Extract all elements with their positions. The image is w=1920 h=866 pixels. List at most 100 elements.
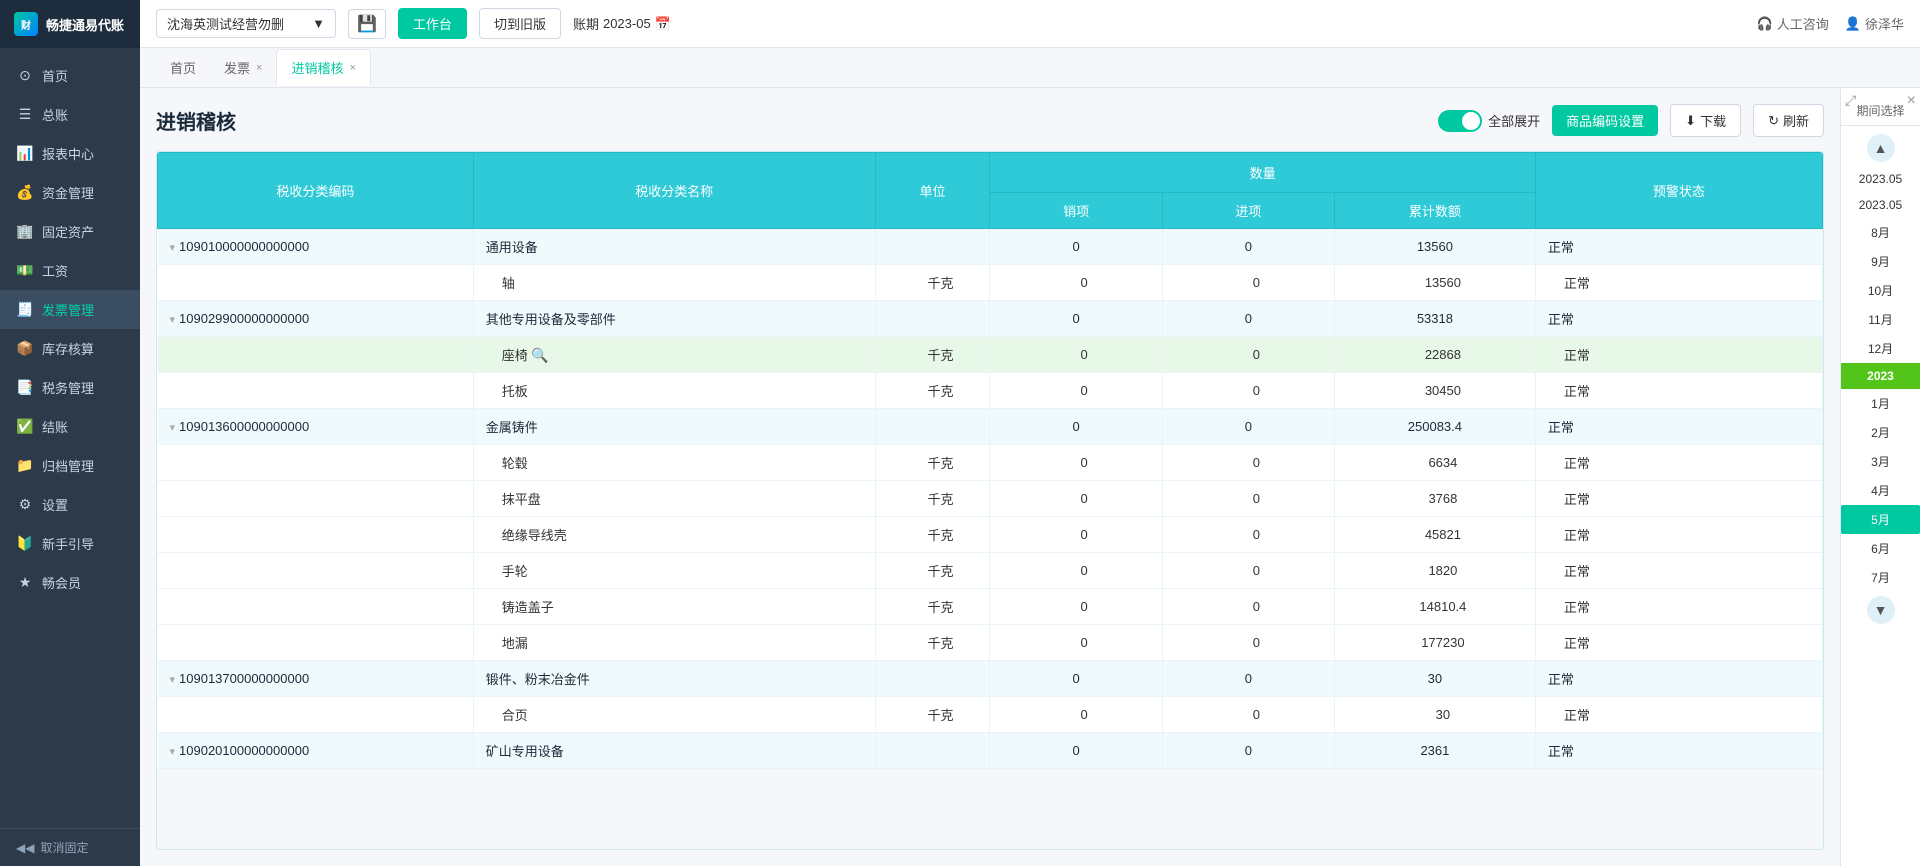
td-name: 通用设备 [473,229,875,265]
td-warning: 正常 [1535,625,1822,661]
td-code [158,337,474,373]
td-sales: 0 [990,697,1162,733]
period-up-button[interactable]: ▲ [1867,134,1895,162]
period-item[interactable]: 7月 [1841,563,1920,592]
td-name: 铸造盖子 [473,589,875,625]
td-purchase: 0 [1162,373,1334,409]
period-item[interactable]: 12月 [1841,334,1920,363]
td-code [158,517,474,553]
panel-close-button[interactable]: × [1907,92,1916,110]
member-icon: ★ [16,574,34,591]
sidebar-item-archive-label: 归档管理 [42,456,94,475]
td-warning: 正常 [1535,553,1822,589]
td-cumulative: 3768 [1334,481,1535,517]
td-purchase: 0 [1162,301,1334,337]
td-purchase: 0 [1162,265,1334,301]
calendar-icon[interactable]: 📅 [655,16,671,32]
th-tax-name: 税收分类名称 [473,153,875,229]
period-item[interactable]: 10月 [1841,276,1920,305]
period-item[interactable]: 4月 [1841,476,1920,505]
td-unit [875,229,990,265]
period-down-button[interactable]: ▼ [1867,596,1895,624]
company-selector[interactable]: 沈海英测试经营勿删 ▼ [156,9,336,38]
download-button[interactable]: ⬇ 下载 [1670,104,1741,137]
period-item[interactable]: 9月 [1841,247,1920,276]
td-purchase: 0 [1162,517,1334,553]
expand-all-toggle[interactable]: 全部展开 [1438,110,1540,132]
period-item[interactable]: 3月 [1841,447,1920,476]
td-purchase: 0 [1162,337,1334,373]
period-item[interactable]: 11月 [1841,305,1920,334]
tab-reconcile-close[interactable]: × [349,62,355,74]
tab-invoice-close[interactable]: × [256,62,262,74]
sidebar-item-assets[interactable]: 🏢 固定资产 [0,212,140,251]
panel-expand-button[interactable]: ⤢ [1845,92,1856,109]
sidebar-item-tax-label: 税务管理 [42,378,94,397]
sidebar-item-invoice[interactable]: 🧾 发票管理 [0,290,140,329]
td-code [158,373,474,409]
switch-version-button[interactable]: 切到旧版 [479,8,561,39]
period-item[interactable]: 8月 [1841,218,1920,247]
period-item[interactable]: 2023.05 [1841,192,1920,218]
td-name: 合页 [473,697,875,733]
save-icon-button[interactable]: 💾 [348,9,386,39]
td-name: 轴 [473,265,875,301]
company-name: 沈海英测试经营勿删 [167,14,306,33]
sidebar-item-tax[interactable]: 📑 税务管理 [0,368,140,407]
period-item[interactable]: 2023.05 [1841,166,1920,192]
expand-icon[interactable]: ▾ [170,314,176,326]
sidebar-item-guide[interactable]: 🔰 新手引导 [0,524,140,563]
search-icon[interactable]: 🔍 [531,347,548,363]
period-item[interactable]: 6月 [1841,534,1920,563]
td-unit: 千克 [875,445,990,481]
sidebar-item-home[interactable]: ⊙ 首页 [0,56,140,95]
sidebar-item-archive[interactable]: 📁 归档管理 [0,446,140,485]
tab-invoice[interactable]: 发票 × [210,50,276,85]
pin-icon: ◀◀ [16,841,34,855]
td-name: 绝缘导线壳 [473,517,875,553]
refresh-button[interactable]: ↻ 刷新 [1753,104,1824,137]
td-name: 矿山专用设备 [473,733,875,769]
expand-icon[interactable]: ▾ [170,674,176,686]
sidebar-item-invoice-label: 发票管理 [42,300,94,319]
expand-toggle-switch[interactable] [1438,110,1482,132]
guide-icon: 🔰 [16,535,34,552]
sidebar-item-payroll[interactable]: 💵 工资 [0,251,140,290]
sidebar-item-settings[interactable]: ⚙ 设置 [0,485,140,524]
sidebar-item-reports[interactable]: 📊 报表中心 [0,134,140,173]
period-item[interactable]: 2023 [1841,363,1920,389]
period-item[interactable]: 5月 [1841,505,1920,534]
td-sales: 0 [990,661,1162,697]
tab-home[interactable]: 首页 [156,50,210,85]
td-cumulative: 2361 [1334,733,1535,769]
expand-icon[interactable]: ▾ [170,242,176,254]
sidebar-item-capital[interactable]: 💰 资金管理 [0,173,140,212]
td-code [158,625,474,661]
period-value: 2023-05 [603,16,651,31]
period-item[interactable]: 1月 [1841,389,1920,418]
tab-bar: 首页 发票 × 进销稽核 × [140,48,1920,88]
td-warning: 正常 [1535,373,1822,409]
period-display: 账期 2023-05 📅 [573,14,671,33]
td-code [158,445,474,481]
refresh-label: 刷新 [1783,111,1809,130]
expand-icon[interactable]: ▾ [170,746,176,758]
sidebar-unpin[interactable]: ◀◀ 取消固定 [0,828,140,866]
sidebar-item-inventory[interactable]: 📦 库存核算 [0,329,140,368]
tab-reconcile[interactable]: 进销稽核 × [276,49,370,86]
expand-icon[interactable]: ▾ [170,422,176,434]
sidebar-item-ledger[interactable]: ☰ 总账 [0,95,140,134]
sidebar-item-settlement[interactable]: ✅ 结账 [0,407,140,446]
product-code-button[interactable]: 商品编码设置 [1552,105,1658,136]
sidebar-item-member[interactable]: ★ 畅会员 [0,563,140,602]
service-button[interactable]: 🎧 人工咨询 [1757,14,1829,33]
sidebar-item-payroll-label: 工资 [42,261,68,280]
td-code: ▾109010000000000000 [158,229,474,265]
period-item[interactable]: 2月 [1841,418,1920,447]
workbench-button[interactable]: 工作台 [398,8,467,39]
td-purchase: 0 [1162,589,1334,625]
refresh-icon: ↻ [1768,113,1779,129]
user-profile[interactable]: 👤 徐泽华 [1845,14,1904,33]
td-name: 抹平盘 [473,481,875,517]
home-icon: ⊙ [16,67,34,84]
